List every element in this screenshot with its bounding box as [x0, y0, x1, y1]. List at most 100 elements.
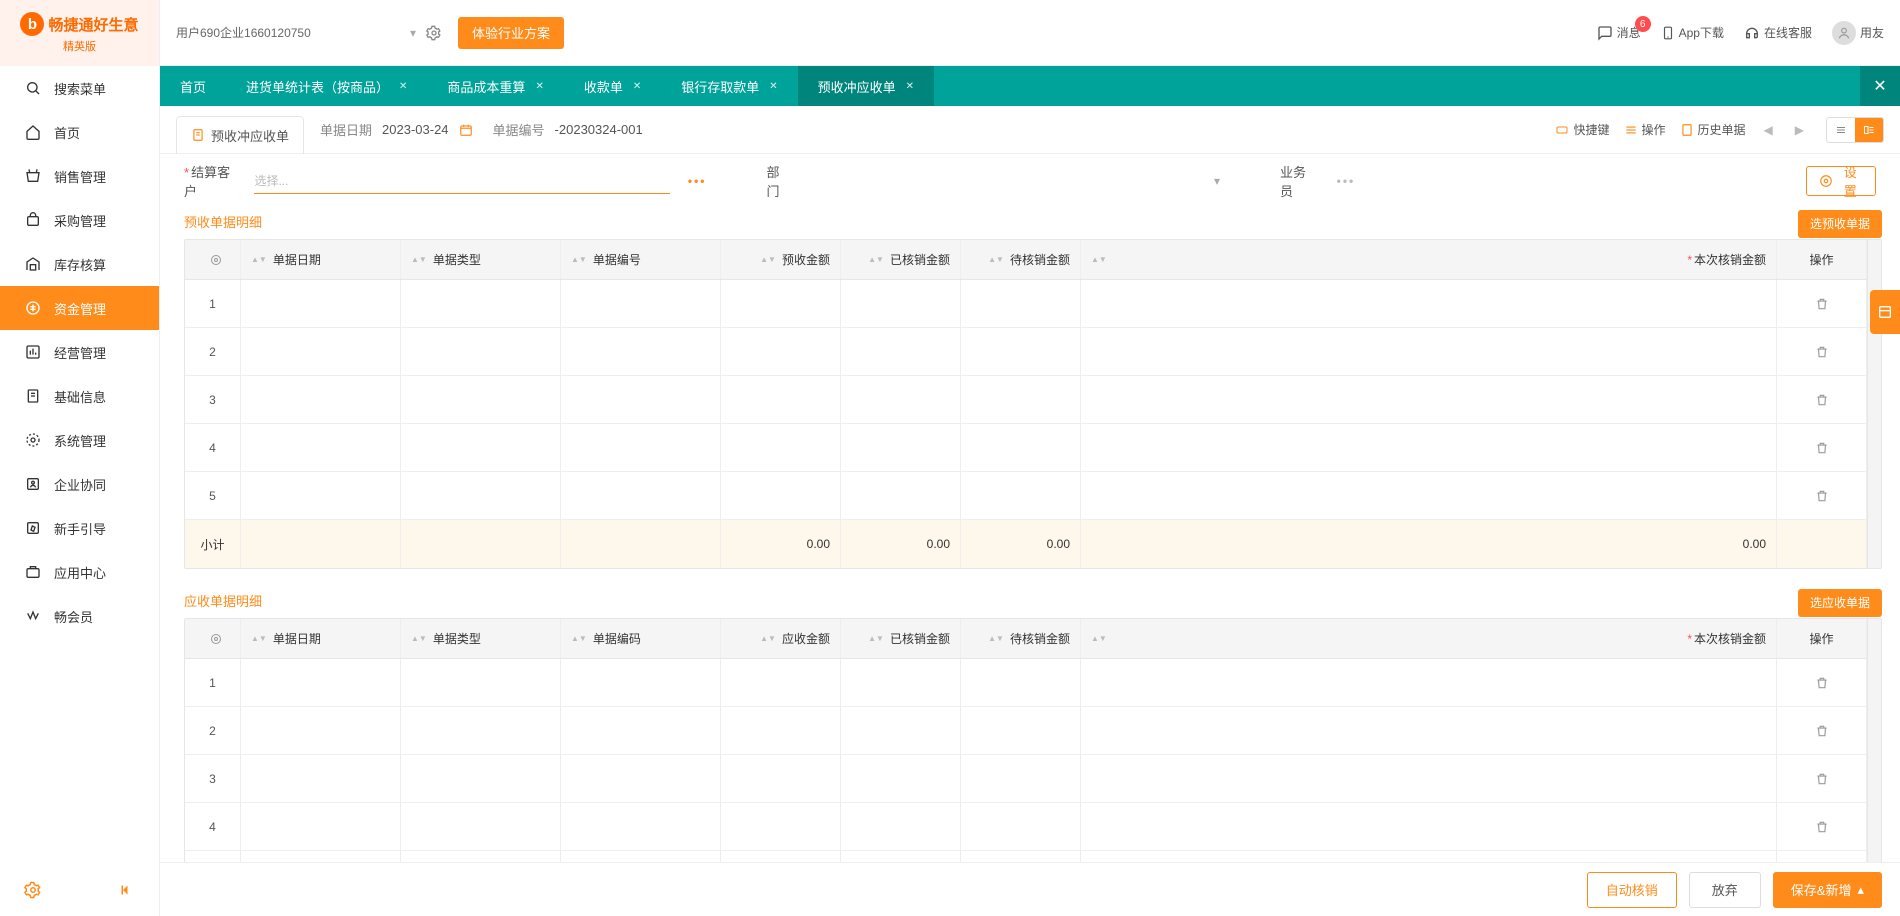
view-list-button[interactable]: [1827, 118, 1855, 142]
app-download-button[interactable]: App下载: [1661, 24, 1724, 41]
sidebar-item-search[interactable]: 搜索菜单: [0, 66, 159, 110]
sidebar-item-vip[interactable]: 畅会员: [0, 594, 159, 638]
sort-icon[interactable]: ▲▼: [251, 256, 267, 263]
table-row[interactable]: 3: [185, 755, 1867, 803]
prev-doc-icon[interactable]: ◀: [1760, 123, 1777, 137]
sort-icon[interactable]: ▲▼: [868, 256, 884, 263]
sidebar-item-basic[interactable]: 基础信息: [0, 374, 159, 418]
tab-home[interactable]: 首页: [160, 66, 226, 106]
subtotal-pending: 0.00: [961, 520, 1081, 568]
column-gear-icon[interactable]: [210, 254, 222, 266]
document-tab[interactable]: 预收冲应收单: [176, 116, 304, 154]
close-icon[interactable]: ✕: [633, 81, 641, 92]
try-plan-button[interactable]: 体验行业方案: [458, 17, 564, 49]
table-row[interactable]: 2: [185, 707, 1867, 755]
sort-icon[interactable]: ▲▼: [411, 256, 427, 263]
view-detail-button[interactable]: [1855, 118, 1883, 142]
user-menu[interactable]: 用友: [1832, 21, 1884, 45]
th-code: 单据编号: [593, 251, 641, 268]
gear-icon[interactable]: [24, 881, 42, 899]
sidebar-item-system[interactable]: 系统管理: [0, 418, 159, 462]
auto-offset-button[interactable]: 自动核销: [1587, 872, 1677, 908]
sort-icon[interactable]: ▲▼: [868, 635, 884, 642]
sidebar-item-purchase[interactable]: 采购管理: [0, 198, 159, 242]
sort-icon[interactable]: ▲▼: [760, 635, 776, 642]
table-row[interactable]: 4: [185, 803, 1867, 851]
row-idx: 2: [185, 707, 241, 754]
select-prepay-button[interactable]: 选预收单据: [1798, 210, 1882, 238]
sales-more-icon[interactable]: •••: [1337, 174, 1356, 188]
scrollbar[interactable]: [1867, 619, 1881, 862]
close-icon[interactable]: ✕: [906, 81, 914, 92]
next-doc-icon[interactable]: ▶: [1791, 123, 1808, 137]
messages-button[interactable]: 消息 6: [1597, 24, 1641, 41]
tab-bank[interactable]: 银行存取款单✕: [661, 66, 797, 106]
sidebar-item-collab[interactable]: 企业协同: [0, 462, 159, 506]
tab-offset[interactable]: 预收冲应收单✕: [798, 66, 934, 106]
delete-icon[interactable]: [1815, 820, 1829, 834]
delete-icon[interactable]: [1815, 393, 1829, 407]
service-button[interactable]: 在线客服: [1744, 24, 1812, 41]
date-value[interactable]: 2023-03-24: [382, 122, 449, 137]
sort-icon[interactable]: ▲▼: [760, 256, 776, 263]
operate-button[interactable]: 操作: [1624, 121, 1666, 138]
company-select[interactable]: 用户690企业1660120750 ▾: [176, 18, 416, 48]
sort-icon[interactable]: ▲▼: [988, 635, 1004, 642]
settings-button[interactable]: 设置: [1806, 166, 1876, 196]
column-gear-icon[interactable]: [210, 633, 222, 645]
table-row[interactable]: 2: [185, 328, 1867, 376]
calendar-icon[interactable]: [459, 123, 473, 137]
close-icon[interactable]: ✕: [399, 81, 407, 92]
sort-icon[interactable]: ▲▼: [411, 635, 427, 642]
table-row[interactable]: 4: [185, 424, 1867, 472]
sidebar-item-finance[interactable]: 资金管理: [0, 286, 159, 330]
shortcut-button[interactable]: 快捷键: [1555, 121, 1609, 138]
sort-icon[interactable]: ▲▼: [1091, 635, 1107, 642]
sort-icon[interactable]: ▲▼: [251, 635, 267, 642]
sidebar-item-guide[interactable]: 新手引导: [0, 506, 159, 550]
sort-icon[interactable]: ▲▼: [571, 256, 587, 263]
table-row[interactable]: 5: [185, 472, 1867, 520]
sort-icon[interactable]: ▲▼: [988, 256, 1004, 263]
delete-icon[interactable]: [1815, 345, 1829, 359]
select-receivable-button[interactable]: 选应收单据: [1798, 589, 1882, 617]
cart-icon: [24, 211, 42, 229]
delete-icon[interactable]: [1815, 676, 1829, 690]
sort-icon[interactable]: ▲▼: [571, 635, 587, 642]
history-button[interactable]: 历史单据: [1680, 121, 1746, 138]
sidebar-item-label: 首页: [54, 123, 80, 142]
close-icon[interactable]: ✕: [769, 81, 777, 92]
delete-icon[interactable]: [1815, 489, 1829, 503]
table-row[interactable]: 1: [185, 659, 1867, 707]
row-idx: 5: [185, 472, 241, 519]
close-all-tabs-button[interactable]: ✕: [1860, 66, 1900, 106]
sidebar-item-apps[interactable]: 应用中心: [0, 550, 159, 594]
customer-more-icon[interactable]: •••: [688, 174, 707, 188]
customer-input[interactable]: [254, 168, 669, 194]
sidebar-item-inventory[interactable]: 库存核算: [0, 242, 159, 286]
company-name: 用户690企业1660120750: [176, 24, 311, 41]
company-gear-icon[interactable]: [426, 25, 442, 41]
sidebar-item-sales[interactable]: 销售管理: [0, 154, 159, 198]
table-row[interactable]: 1: [185, 280, 1867, 328]
table-row[interactable]: 5: [185, 851, 1867, 862]
delete-icon[interactable]: [1815, 724, 1829, 738]
sort-icon[interactable]: ▲▼: [1091, 256, 1107, 263]
float-right-tab[interactable]: [1870, 290, 1900, 334]
delete-icon[interactable]: [1815, 297, 1829, 311]
table-row[interactable]: 3: [185, 376, 1867, 424]
sidebar-item-business[interactable]: 经营管理: [0, 330, 159, 374]
delete-icon[interactable]: [1815, 441, 1829, 455]
collapse-icon[interactable]: [117, 881, 135, 899]
delete-icon[interactable]: [1815, 772, 1829, 786]
save-new-button[interactable]: 保存&新增▴: [1773, 872, 1882, 908]
sales-select[interactable]: •••: [1331, 168, 1747, 194]
close-icon[interactable]: ✕: [535, 81, 543, 92]
search-icon: [24, 79, 42, 97]
tab-cost-recalc[interactable]: 商品成本重算✕: [427, 66, 563, 106]
sidebar-item-home[interactable]: 首页: [0, 110, 159, 154]
discard-button[interactable]: 放弃: [1689, 872, 1761, 908]
tab-purchase-report[interactable]: 进货单统计表（按商品）✕: [226, 66, 427, 106]
dept-select[interactable]: ▾: [804, 168, 1220, 194]
tab-receipt[interactable]: 收款单✕: [564, 66, 661, 106]
